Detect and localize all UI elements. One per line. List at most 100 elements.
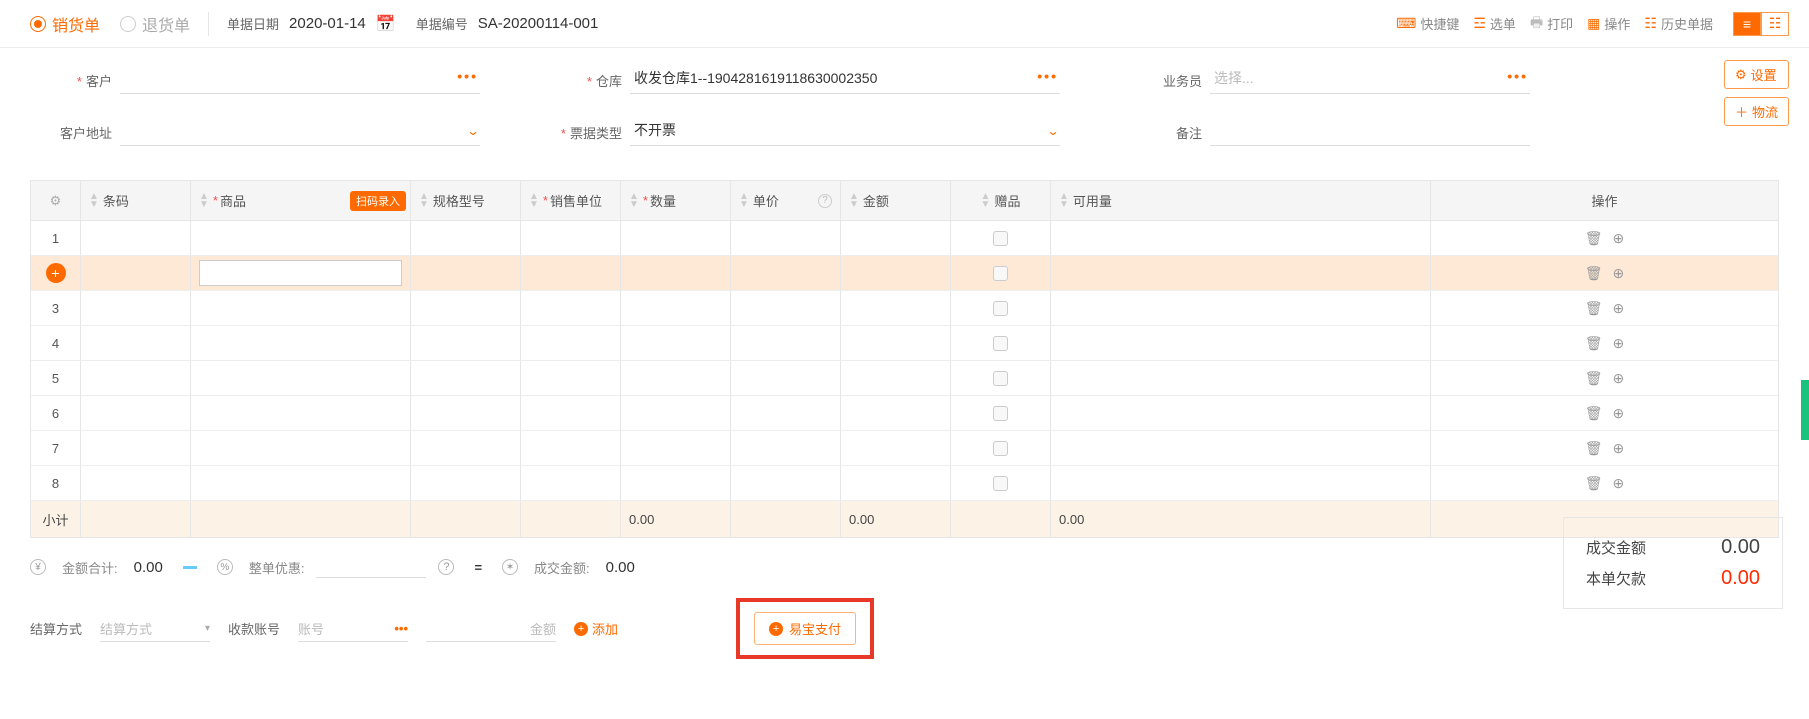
summary-deal-label: 成交金额 xyxy=(1586,537,1646,558)
sort-icon[interactable]: ▲▼ xyxy=(739,193,749,209)
ticket-input[interactable]: 不开票 ⌄ xyxy=(630,118,1060,146)
delete-icon[interactable]: 🗑 xyxy=(1585,475,1603,492)
gift-checkbox[interactable] xyxy=(993,266,1008,281)
chevron-down-icon[interactable]: ⌄ xyxy=(466,124,479,138)
add-icon[interactable]: ⊕ xyxy=(1613,230,1625,247)
sort-icon[interactable]: ▲▼ xyxy=(1059,193,1069,209)
account-label: 收款账号 xyxy=(228,619,280,638)
add-icon[interactable]: ⊕ xyxy=(1613,265,1625,282)
gift-checkbox[interactable] xyxy=(993,406,1008,421)
table-row[interactable]: 3 🗑 ⊕ xyxy=(31,291,1778,326)
delete-icon[interactable]: 🗑 xyxy=(1585,440,1603,457)
delete-icon[interactable]: 🗑 xyxy=(1585,370,1603,387)
more-icon[interactable]: ••• xyxy=(457,68,478,84)
ticket-field: *票据类型 不开票⌄ xyxy=(540,118,1060,146)
add-icon[interactable]: ⊕ xyxy=(1613,405,1625,422)
gift-checkbox[interactable] xyxy=(993,476,1008,491)
sort-icon[interactable]: ▲▼ xyxy=(89,193,99,209)
more-icon[interactable]: ••• xyxy=(394,621,408,636)
table-row[interactable]: + 🗑 ⊕ xyxy=(31,256,1778,291)
table-row[interactable]: 6 🗑 ⊕ xyxy=(31,396,1778,431)
operate-button[interactable]: ▦操作 xyxy=(1587,14,1630,33)
remark-label: 备注 xyxy=(1176,126,1202,141)
scan-badge[interactable]: 扫码录入 xyxy=(350,191,406,211)
ticket-value: 不开票 xyxy=(634,122,676,138)
gift-checkbox[interactable] xyxy=(993,336,1008,351)
row-index: 4 xyxy=(52,336,59,351)
customer-input[interactable]: ••• xyxy=(120,66,480,94)
product-input[interactable] xyxy=(199,260,402,286)
tab-return[interactable]: 退货单 xyxy=(120,12,190,36)
gift-checkbox[interactable] xyxy=(993,441,1008,456)
account-select[interactable]: 账号••• xyxy=(298,616,408,642)
add-icon[interactable]: ⊕ xyxy=(1613,300,1625,317)
help-icon[interactable]: ? xyxy=(818,194,832,208)
divider xyxy=(208,12,209,36)
print-button[interactable]: 🖶打印 xyxy=(1530,12,1573,36)
items-table: ⚙ ▲▼条码 ▲▼*商品扫码录入 ▲▼规格型号 ▲▼*销售单位 ▲▼*数量 ▲▼… xyxy=(30,180,1779,538)
summary-box: 成交金额0.00 本单欠款0.00 xyxy=(1563,517,1783,609)
table-row[interactable]: 7🗑⊕ xyxy=(31,431,1778,466)
gift-checkbox[interactable] xyxy=(993,371,1008,386)
gear-icon[interactable]: ⚙ xyxy=(50,193,62,209)
help-icon[interactable]: ? xyxy=(438,559,454,575)
right-drawer-handle[interactable] xyxy=(1801,380,1809,440)
select-order-label: 选单 xyxy=(1490,14,1516,33)
sort-icon[interactable]: ▲▼ xyxy=(529,193,539,209)
more-icon[interactable]: ••• xyxy=(1507,68,1528,84)
minus-icon xyxy=(183,566,197,569)
view-compact[interactable]: ≡ xyxy=(1733,12,1761,36)
yibao-highlight: +易宝支付 xyxy=(736,598,874,659)
more-icon[interactable]: ••• xyxy=(1037,68,1058,84)
settle-select[interactable]: 结算方式▾ xyxy=(100,616,210,642)
delete-icon[interactable]: 🗑 xyxy=(1585,230,1603,247)
warehouse-input[interactable]: 收发仓库1--1904281619118630002350••• xyxy=(630,66,1060,94)
sort-icon[interactable]: ▲▼ xyxy=(849,193,859,209)
yibao-pay-button[interactable]: +易宝支付 xyxy=(754,612,856,645)
doc-no-field: 单据编号 SA-20200114-001 xyxy=(416,14,599,33)
history-icon: ☷ xyxy=(1644,15,1657,32)
delete-icon[interactable]: 🗑 xyxy=(1585,405,1603,422)
sort-icon[interactable]: ▲▼ xyxy=(419,193,429,209)
radio-icon xyxy=(120,16,136,32)
salesman-input[interactable]: 选择...••• xyxy=(1210,66,1530,94)
gift-checkbox[interactable] xyxy=(993,231,1008,246)
discount-input[interactable] xyxy=(316,556,426,578)
remark-field: 备注 xyxy=(1120,118,1530,146)
view-detail[interactable]: ☷ xyxy=(1761,12,1789,36)
ticket-label: 票据类型 xyxy=(570,126,622,141)
calendar-icon[interactable]: 📅 xyxy=(376,14,396,34)
gift-checkbox[interactable] xyxy=(993,301,1008,316)
select-order-button[interactable]: ☲选单 xyxy=(1473,14,1516,33)
add-icon[interactable]: ⊕ xyxy=(1613,370,1625,387)
row-index: 3 xyxy=(52,301,59,316)
table-row[interactable]: 4 🗑 ⊕ xyxy=(31,326,1778,361)
table-row[interactable]: 1🗑⊕ xyxy=(31,221,1778,256)
doc-date-value[interactable]: 2020-01-14 xyxy=(289,15,366,32)
add-icon[interactable]: ⊕ xyxy=(1613,440,1625,457)
chevron-down-icon[interactable]: ⌄ xyxy=(1046,124,1059,138)
sort-icon[interactable]: ▲▼ xyxy=(981,193,991,209)
view-toggle: ≡ ☷ xyxy=(1733,12,1789,36)
amount-input[interactable]: 金额 xyxy=(426,616,556,642)
shortcut-button[interactable]: ⌨快捷键 xyxy=(1396,14,1459,33)
table-row[interactable]: 8🗑⊕ xyxy=(31,466,1778,501)
warehouse-field: *仓库 收发仓库1--1904281619118630002350••• xyxy=(540,66,1060,94)
tab-sales[interactable]: 销货单 xyxy=(30,12,100,36)
subtotal-amount: 0.00 xyxy=(849,512,874,527)
sort-icon[interactable]: ▲▼ xyxy=(629,193,639,209)
add-payment-button[interactable]: +添加 xyxy=(574,619,618,638)
address-input[interactable]: ⌄ xyxy=(120,118,480,146)
delete-icon[interactable]: 🗑 xyxy=(1585,300,1603,317)
remark-input[interactable] xyxy=(1210,118,1530,146)
add-row-button[interactable]: + xyxy=(46,263,66,283)
row-index: 6 xyxy=(52,406,59,421)
add-icon[interactable]: ⊕ xyxy=(1613,475,1625,492)
history-button[interactable]: ☷历史单据 xyxy=(1644,14,1713,33)
delete-icon[interactable]: 🗑 xyxy=(1585,335,1603,352)
add-icon[interactable]: ⊕ xyxy=(1613,335,1625,352)
table-row[interactable]: 5🗑⊕ xyxy=(31,361,1778,396)
delete-icon[interactable]: 🗑 xyxy=(1585,265,1603,282)
print-label: 打印 xyxy=(1547,14,1573,33)
sort-icon[interactable]: ▲▼ xyxy=(199,193,209,209)
